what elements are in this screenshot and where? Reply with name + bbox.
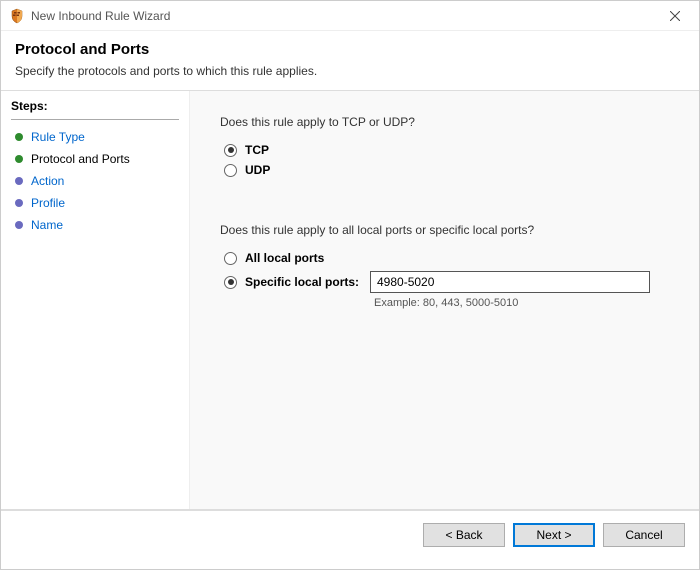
- main-panel: Does this rule apply to TCP or UDP? TCP …: [189, 91, 699, 509]
- radio-specific-ports-row: Specific local ports:: [224, 271, 671, 293]
- ports-input[interactable]: [370, 271, 650, 293]
- radio-all-ports[interactable]: [224, 252, 237, 265]
- window-title: New Inbound Rule Wizard: [31, 9, 170, 23]
- step-label: Rule Type: [31, 130, 85, 144]
- close-icon: [670, 11, 680, 21]
- titlebar: New Inbound Rule Wizard: [1, 1, 699, 31]
- steps-sidebar: Steps: Rule Type Protocol and Ports Acti…: [1, 91, 189, 509]
- page-title: Protocol and Ports: [15, 41, 685, 58]
- content-area: Steps: Rule Type Protocol and Ports Acti…: [1, 91, 699, 509]
- steps-divider: [11, 119, 179, 120]
- cancel-button[interactable]: Cancel: [603, 523, 685, 547]
- step-action[interactable]: Action: [11, 170, 179, 192]
- page-subtitle: Specify the protocols and ports to which…: [15, 64, 685, 78]
- step-protocol-ports[interactable]: Protocol and Ports: [11, 148, 179, 170]
- next-button[interactable]: Next >: [513, 523, 595, 547]
- step-label: Action: [31, 174, 64, 188]
- step-label: Profile: [31, 196, 65, 210]
- footer-buttons: < Back Next > Cancel: [1, 510, 699, 559]
- steps-heading: Steps:: [11, 99, 179, 113]
- page-header: Protocol and Ports Specify the protocols…: [1, 31, 699, 90]
- step-dot-icon: [15, 199, 23, 207]
- firewall-shield-icon: [9, 8, 25, 24]
- back-button[interactable]: < Back: [423, 523, 505, 547]
- radio-udp-row[interactable]: UDP: [224, 163, 671, 177]
- close-button[interactable]: [659, 5, 691, 27]
- radio-all-ports-row[interactable]: All local ports: [224, 251, 671, 265]
- radio-specific-ports-label: Specific local ports:: [245, 275, 359, 289]
- ports-question: Does this rule apply to all local ports …: [220, 223, 671, 237]
- step-dot-icon: [15, 177, 23, 185]
- radio-udp[interactable]: [224, 164, 237, 177]
- step-dot-icon: [15, 155, 23, 163]
- step-name[interactable]: Name: [11, 214, 179, 236]
- step-dot-icon: [15, 133, 23, 141]
- radio-specific-ports-option[interactable]: Specific local ports:: [224, 275, 370, 289]
- step-label: Name: [31, 218, 63, 232]
- step-dot-icon: [15, 221, 23, 229]
- step-rule-type[interactable]: Rule Type: [11, 126, 179, 148]
- step-label: Protocol and Ports: [31, 152, 130, 166]
- radio-tcp[interactable]: [224, 144, 237, 157]
- step-profile[interactable]: Profile: [11, 192, 179, 214]
- radio-udp-label: UDP: [245, 163, 270, 177]
- radio-all-ports-label: All local ports: [245, 251, 324, 265]
- protocol-question: Does this rule apply to TCP or UDP?: [220, 115, 671, 129]
- radio-specific-ports[interactable]: [224, 276, 237, 289]
- radio-tcp-row[interactable]: TCP: [224, 143, 671, 157]
- radio-tcp-label: TCP: [245, 143, 269, 157]
- ports-example: Example: 80, 443, 5000-5010: [374, 297, 671, 309]
